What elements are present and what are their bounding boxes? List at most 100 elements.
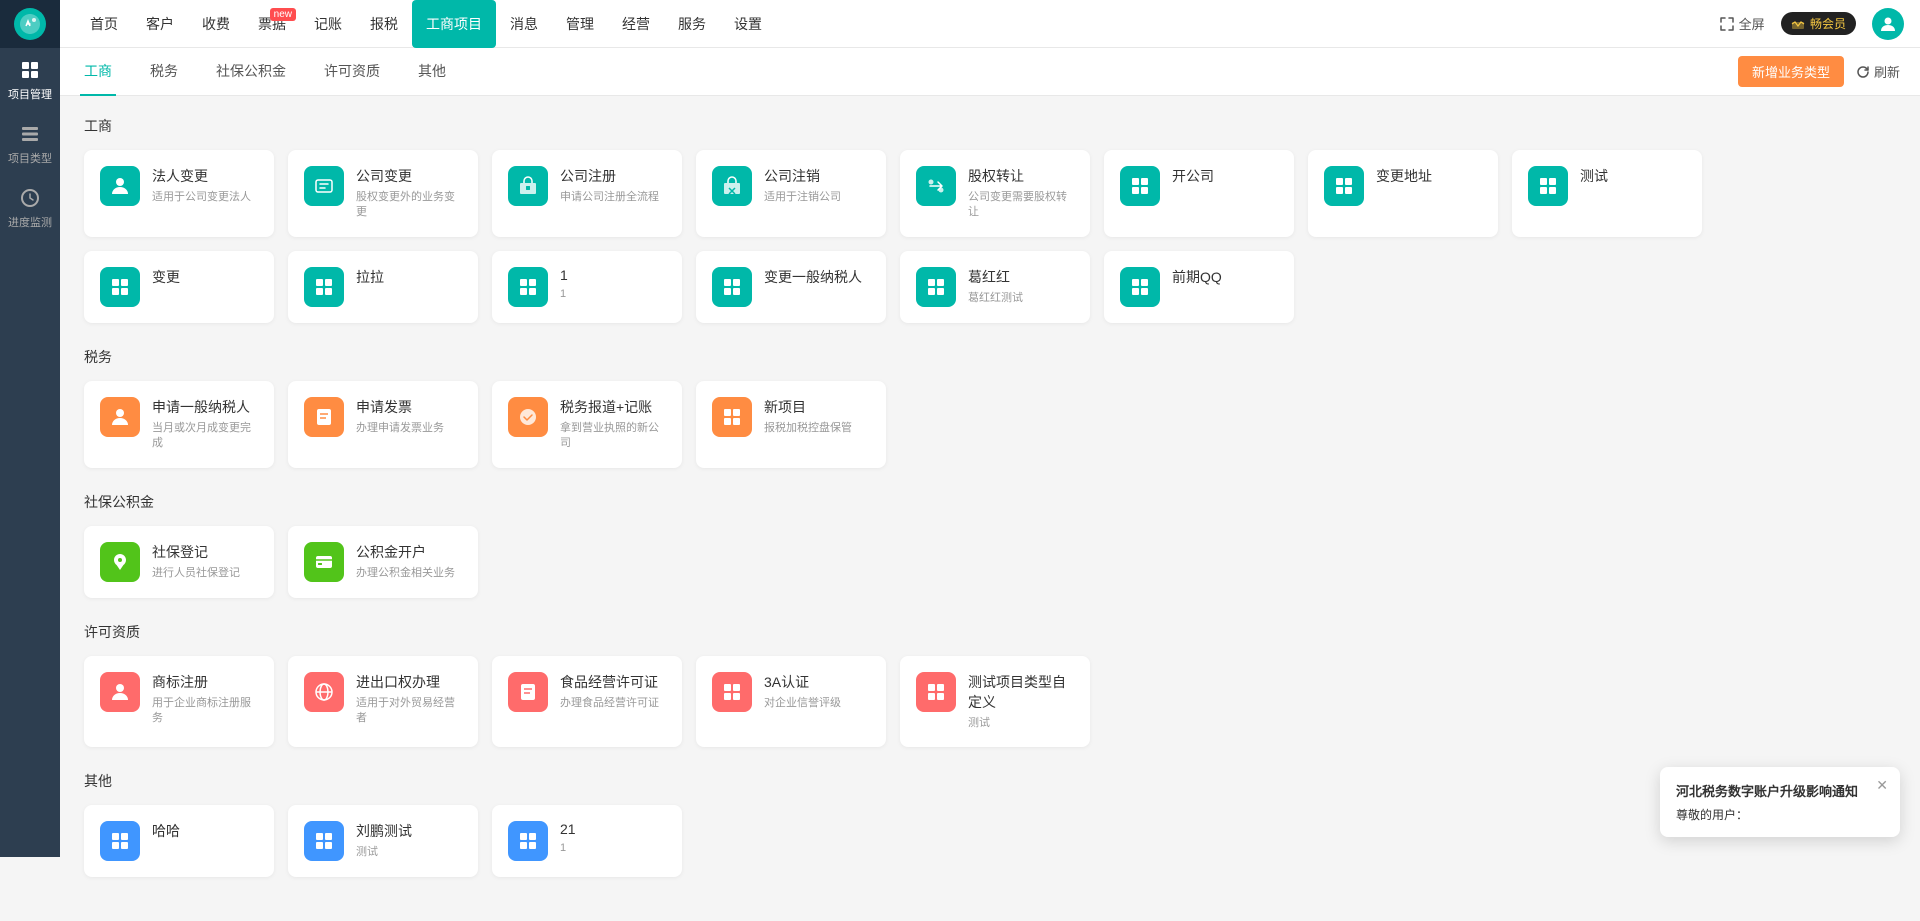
- test-title: 测试: [1580, 166, 1686, 186]
- change-title: 变更: [152, 267, 258, 287]
- card-social-reg[interactable]: 社保登记 进行人员社保登记: [84, 526, 274, 598]
- refresh-button[interactable]: 刷新: [1856, 62, 1900, 81]
- sidebar-item-progress[interactable]: 进度监测: [0, 176, 60, 240]
- card-pre-qq[interactable]: 前期QQ: [1104, 251, 1294, 323]
- haha-title: 哈哈: [152, 821, 258, 841]
- section-other-title: 其他: [84, 771, 1896, 791]
- card-change-taxpayer[interactable]: 变更一般纳税人: [696, 251, 886, 323]
- section-biz-title: 工商: [84, 116, 1896, 136]
- tax-accounting-icon: [508, 397, 548, 437]
- card-liupeng-test[interactable]: 刘鹏测试 测试: [288, 805, 478, 877]
- company-change-text: 公司变更 股权变更外的业务变更: [356, 166, 462, 221]
- sidebar-item-project-type[interactable]: 项目类型: [0, 112, 60, 176]
- sidebar-item-project-mgmt[interactable]: 项目管理: [0, 48, 60, 112]
- card-legal-change[interactable]: 法人变更 适用于公司变更法人: [84, 150, 274, 237]
- fullscreen-icon: [1719, 16, 1735, 32]
- project-type-icon: [18, 122, 42, 146]
- new-project-text: 新项目 报税加税控盘保管: [764, 397, 870, 436]
- nav-tax[interactable]: 报税: [356, 0, 412, 48]
- avatar[interactable]: [1872, 8, 1904, 40]
- nav-operation[interactable]: 经营: [608, 0, 664, 48]
- legal-change-icon: [100, 166, 140, 206]
- company-reg-desc: 申请公司注册全流程: [560, 190, 666, 205]
- nav-customer[interactable]: 客户: [132, 0, 188, 48]
- haha-icon: [100, 821, 140, 861]
- new-type-button[interactable]: 新增业务类型: [1738, 56, 1844, 87]
- trademark-title: 商标注册: [152, 672, 258, 692]
- food-license-text: 食品经营许可证 办理食品经营许可证: [560, 672, 666, 711]
- card-test-type[interactable]: 测试项目类型自定义 测试: [900, 656, 1090, 747]
- card-lala[interactable]: 拉拉: [288, 251, 478, 323]
- card-trademark[interactable]: 商标注册 用于企业商标注册服务: [84, 656, 274, 747]
- company-cancel-icon: [712, 166, 752, 206]
- twenty-one-title: 21: [560, 821, 666, 837]
- fullscreen-btn[interactable]: 全屏: [1719, 14, 1765, 33]
- vip-icon: [1791, 18, 1805, 32]
- nav-bizwork[interactable]: 工商项目: [412, 0, 496, 48]
- twenty-one-icon: [508, 821, 548, 861]
- card-company-reg[interactable]: 公司注册 申请公司注册全流程: [492, 150, 682, 237]
- notification-close-button[interactable]: ✕: [1876, 777, 1888, 794]
- liupeng-test-desc: 测试: [356, 845, 462, 860]
- card-haha[interactable]: 哈哈: [84, 805, 274, 877]
- card-twenty-one[interactable]: 21 1: [492, 805, 682, 877]
- social-reg-desc: 进行人员社保登记: [152, 566, 258, 581]
- card-open-company[interactable]: 开公司: [1104, 150, 1294, 237]
- tab-other[interactable]: 其他: [414, 48, 450, 96]
- card-company-change[interactable]: 公司变更 股权变更外的业务变更: [288, 150, 478, 237]
- card-fund-account[interactable]: 公积金开户 办理公积金相关业务: [288, 526, 478, 598]
- card-apply-taxpayer[interactable]: 申请一般纳税人 当月或次月成变更完成: [84, 381, 274, 468]
- card-one[interactable]: 1 1: [492, 251, 682, 323]
- trademark-text: 商标注册 用于企业商标注册服务: [152, 672, 258, 727]
- card-gohong[interactable]: 葛红红 葛红红测试: [900, 251, 1090, 323]
- one-title: 1: [560, 267, 666, 283]
- nav-home[interactable]: 首页: [76, 0, 132, 48]
- change-address-title: 变更地址: [1376, 166, 1482, 186]
- card-company-cancel[interactable]: 公司注销 适用于注销公司: [696, 150, 886, 237]
- pre-qq-text: 前期QQ: [1172, 267, 1278, 291]
- one-text: 1 1: [560, 267, 666, 302]
- tab-license[interactable]: 许可资质: [320, 48, 384, 96]
- card-change-address[interactable]: 变更地址: [1308, 150, 1498, 237]
- new-project-title: 新项目: [764, 397, 870, 417]
- card-equity-transfer[interactable]: 股权转让 公司变更需要股权转让: [900, 150, 1090, 237]
- equity-transfer-desc: 公司变更需要股权转让: [968, 190, 1074, 221]
- nav-settings[interactable]: 设置: [720, 0, 776, 48]
- card-import-export[interactable]: 进出口权办理 适用于对外贸易经营者: [288, 656, 478, 747]
- card-change[interactable]: 变更: [84, 251, 274, 323]
- card-apply-invoice[interactable]: 申请发票 办理申请发票业务: [288, 381, 478, 468]
- 3a-cert-desc: 对企业信誉评级: [764, 696, 870, 711]
- liupeng-test-text: 刘鹏测试 测试: [356, 821, 462, 860]
- gohong-icon: [916, 267, 956, 307]
- fund-account-icon: [304, 542, 344, 582]
- nav-accounting[interactable]: 记账: [300, 0, 356, 48]
- card-test[interactable]: 测试: [1512, 150, 1702, 237]
- content-area: 工商 法人变更 适用于公司变更法人 公司变更 股权变更外的业务变更: [60, 96, 1920, 921]
- open-company-title: 开公司: [1172, 166, 1278, 186]
- license-cards-grid: 商标注册 用于企业商标注册服务 进出口权办理 适用于对外贸易经营者 食品: [84, 656, 1896, 747]
- social-cards-grid: 社保登记 进行人员社保登记 公积金开户 办理公积金相关业务: [84, 526, 1896, 598]
- fund-account-desc: 办理公积金相关业务: [356, 566, 462, 581]
- tab-biz[interactable]: 工商: [80, 48, 116, 96]
- nav-billing[interactable]: 收费: [188, 0, 244, 48]
- card-tax-accounting[interactable]: 税务报道+记账 拿到营业执照的新公司: [492, 381, 682, 468]
- change-address-icon: [1324, 166, 1364, 206]
- card-food-license[interactable]: 食品经营许可证 办理食品经营许可证: [492, 656, 682, 747]
- vip-button[interactable]: 畅会员: [1781, 12, 1856, 35]
- lala-icon: [304, 267, 344, 307]
- apply-taxpayer-desc: 当月或次月成变更完成: [152, 421, 258, 452]
- nav-message[interactable]: 消息: [496, 0, 552, 48]
- card-new-project[interactable]: 新项目 报税加税控盘保管: [696, 381, 886, 468]
- tab-tax[interactable]: 税务: [146, 48, 182, 96]
- nav-service[interactable]: 服务: [664, 0, 720, 48]
- 3a-cert-icon: [712, 672, 752, 712]
- import-export-title: 进出口权办理: [356, 672, 462, 692]
- card-3a-cert[interactable]: 3A认证 对企业信誉评级: [696, 656, 886, 747]
- tab-actions: 新增业务类型 刷新: [1738, 56, 1900, 87]
- apply-taxpayer-text: 申请一般纳税人 当月或次月成变更完成: [152, 397, 258, 452]
- test-icon: [1528, 166, 1568, 206]
- nav-invoice[interactable]: 票据 new: [244, 0, 300, 48]
- nav-admin[interactable]: 管理: [552, 0, 608, 48]
- tab-social[interactable]: 社保公积金: [212, 48, 290, 96]
- equity-transfer-icon: [916, 166, 956, 206]
